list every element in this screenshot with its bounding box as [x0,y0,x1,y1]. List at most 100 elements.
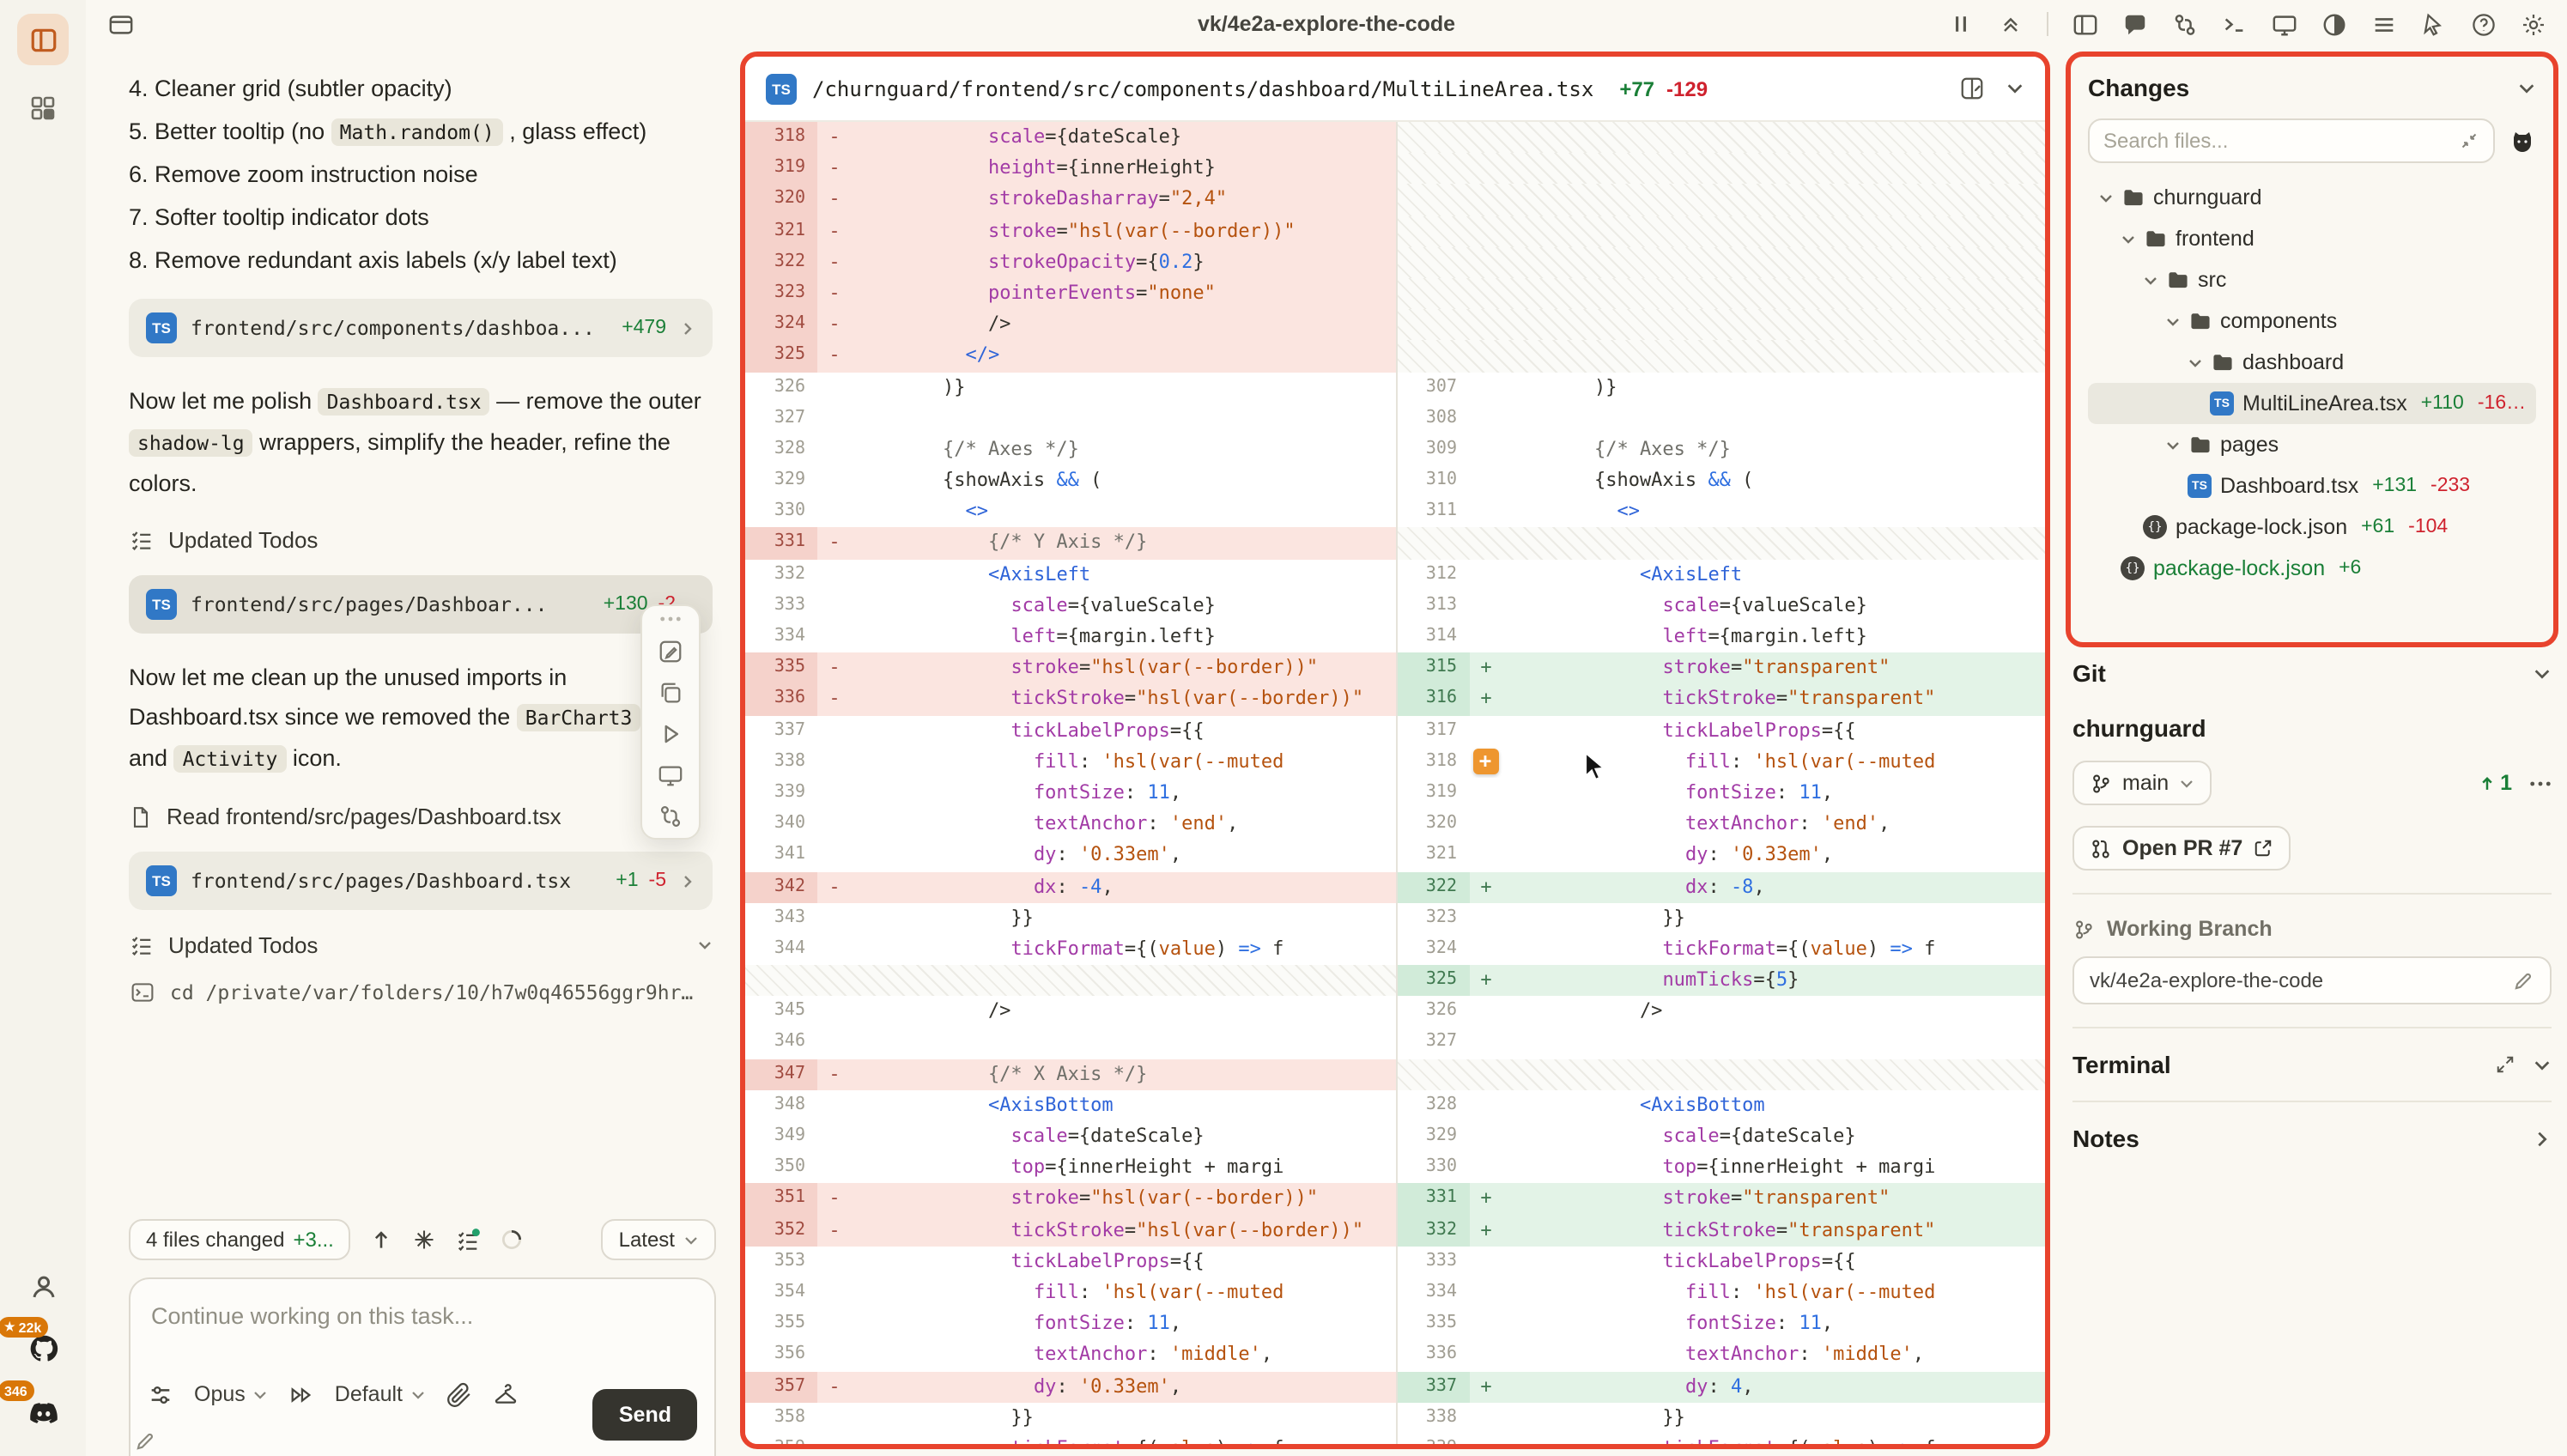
contrast-icon[interactable] [2320,10,2347,38]
more-options-icon[interactable] [2529,779,2552,787]
workspace-layout-button[interactable] [17,14,69,65]
line-number: 320 [1397,809,1469,840]
collapse-up-icon[interactable] [1997,10,2024,38]
line-number: 319 [1397,778,1469,809]
fast-forward-icon[interactable] [288,1381,314,1407]
tree-file[interactable]: {}package-lock.json+61-104 [2088,507,2536,548]
copy-icon[interactable] [658,680,683,706]
help-icon[interactable] [2469,10,2497,38]
chat-bubble-icon[interactable] [2121,10,2148,38]
tree-folder[interactable]: dashboard [2088,342,2536,383]
diff-line: 332+ tickStroke="transparent" [1395,1215,2045,1246]
display-icon[interactable] [2270,10,2297,38]
edit-pencil-icon[interactable] [2512,969,2534,992]
edit-diff-icon[interactable] [658,639,683,664]
discord-icon[interactable]: 346 [27,1396,59,1429]
diff-line: 319- height={innerHeight} [745,153,1395,184]
tree-file[interactable]: TSMultiLineArea.tsx+110-16… [2088,383,2536,424]
chevron-down-icon [2143,272,2158,288]
changes-section-header[interactable]: Changes [2088,74,2536,101]
terminal-command-row[interactable]: cd /private/var/folders/10/h7w0q46556ggr… [129,980,713,1004]
more-dots-icon[interactable] [659,615,682,623]
diff-empty-cell [1395,1059,2045,1089]
tree-file[interactable]: TSDashboard.tsx+131-233 [2088,465,2536,507]
tree-node-name: Dashboard.tsx [2220,474,2358,498]
tree-file[interactable]: {}package-lock.json+6 [2088,548,2536,589]
diff-row: 328 {/* Axes */}309 {/* Axes */} [745,434,2045,465]
file-change-card[interactable]: TSfrontend/src/components/dashboa...+479 [129,299,713,357]
diff-line: 320- strokeDasharray="2,4" [745,185,1395,215]
hanger-icon[interactable] [492,1381,518,1407]
settings-gear-icon[interactable] [2519,10,2546,38]
pause-icon[interactable] [1947,10,1975,38]
model-select[interactable]: Opus [194,1382,268,1406]
tree-folder[interactable]: pages [2088,424,2536,465]
send-button[interactable]: Send [593,1389,697,1441]
add-comment-button[interactable]: + [1472,749,1498,775]
tree-folder[interactable]: components [2088,300,2536,342]
diff-empty-cell [1395,278,2045,309]
grid-view-button[interactable] [17,82,69,134]
files-changed-chip[interactable]: 4 files changed +3... [129,1219,351,1260]
collapse-tree-icon[interactable] [2459,130,2479,151]
settings-sliders-icon[interactable] [148,1381,173,1407]
scroll-top-icon[interactable] [370,1228,394,1252]
todos-icon[interactable] [456,1227,482,1253]
line-number: 328 [745,434,817,465]
inline-code: Dashboard.tsx [319,388,490,416]
open-pr-button[interactable]: Open PR #7 [2072,826,2291,871]
sparkle-icon[interactable] [413,1228,437,1252]
todos-icon [129,932,155,958]
pencil-icon[interactable] [134,1430,156,1453]
git-compare-icon[interactable] [658,804,683,829]
chevron-right-icon [680,320,695,336]
notes-section-header[interactable]: Notes [2072,1125,2552,1152]
working-branch-field[interactable]: vk/4e2a-explore-the-code [2072,956,2552,1004]
terminal-icon[interactable] [2220,10,2248,38]
read-file-row[interactable]: Read frontend/src/pages/Dashboard.tsx [129,804,713,829]
line-number: 342 [745,871,817,902]
play-icon[interactable] [658,721,683,747]
search-input[interactable]: Search files... [2088,118,2495,163]
app-window: vk/4e2a-explore-the-code [0,0,2567,1456]
mascot-icon[interactable] [2509,127,2536,155]
github-stars-badge: ★22k [0,1317,48,1338]
monitor-icon[interactable] [658,762,683,788]
menu-icon[interactable] [2370,10,2397,38]
line-number: 308 [1397,403,1469,434]
commits-ahead[interactable]: 1 [2478,771,2512,795]
file-change-card[interactable]: TSfrontend/src/pages/Dashboar...+130-2… [129,575,713,634]
git-section-header[interactable]: Git [2072,659,2552,687]
diff-line: 322+ dx: -8, [1395,871,2045,902]
line-number: 325 [1397,965,1469,996]
message-input[interactable]: Continue working on this task... Opus De… [129,1277,716,1456]
chevron-down-icon [2179,775,2194,791]
diff-line: 323 }} [1395,902,2045,933]
expand-icon[interactable] [2495,1054,2515,1075]
diff-row: 334 left={margin.left}314 left={margin.l… [745,622,2045,652]
terminal-section-header[interactable]: Terminal [2072,1051,2552,1078]
github-icon[interactable]: ★22k [27,1332,59,1365]
diff-view-toggle-icon[interactable] [1959,76,1985,101]
diff-line: 344 tickFormat={(value) => f [745,934,1395,965]
git-compare-icon[interactable] [2170,10,2198,38]
panel-left-icon[interactable] [2071,10,2098,38]
mode-select[interactable]: Default [335,1382,425,1406]
chevron-down-icon[interactable] [2006,79,2024,98]
tree-folder[interactable]: src [2088,259,2536,300]
tree-node-name: frontend [2176,227,2254,251]
branch-select[interactable]: main [2072,761,2212,805]
line-number: 311 [1397,497,1469,528]
updated-todos-row[interactable]: Updated Todos [129,932,713,958]
attach-icon[interactable] [446,1381,471,1407]
tabs-icon[interactable] [106,10,134,38]
latest-select[interactable]: Latest [602,1219,716,1260]
line-number: 313 [1397,591,1469,622]
file-change-card[interactable]: TSfrontend/src/pages/Dashboard.tsx+1-5 [129,852,713,910]
account-icon[interactable] [28,1272,58,1301]
cursor-icon[interactable] [2419,10,2447,38]
tree-folder[interactable]: frontend [2088,218,2536,259]
diff-line: 356 textAnchor: 'middle', [745,1340,1395,1371]
updated-todos-row[interactable]: Updated Todos [129,527,713,553]
tree-folder[interactable]: churnguard [2088,177,2536,218]
